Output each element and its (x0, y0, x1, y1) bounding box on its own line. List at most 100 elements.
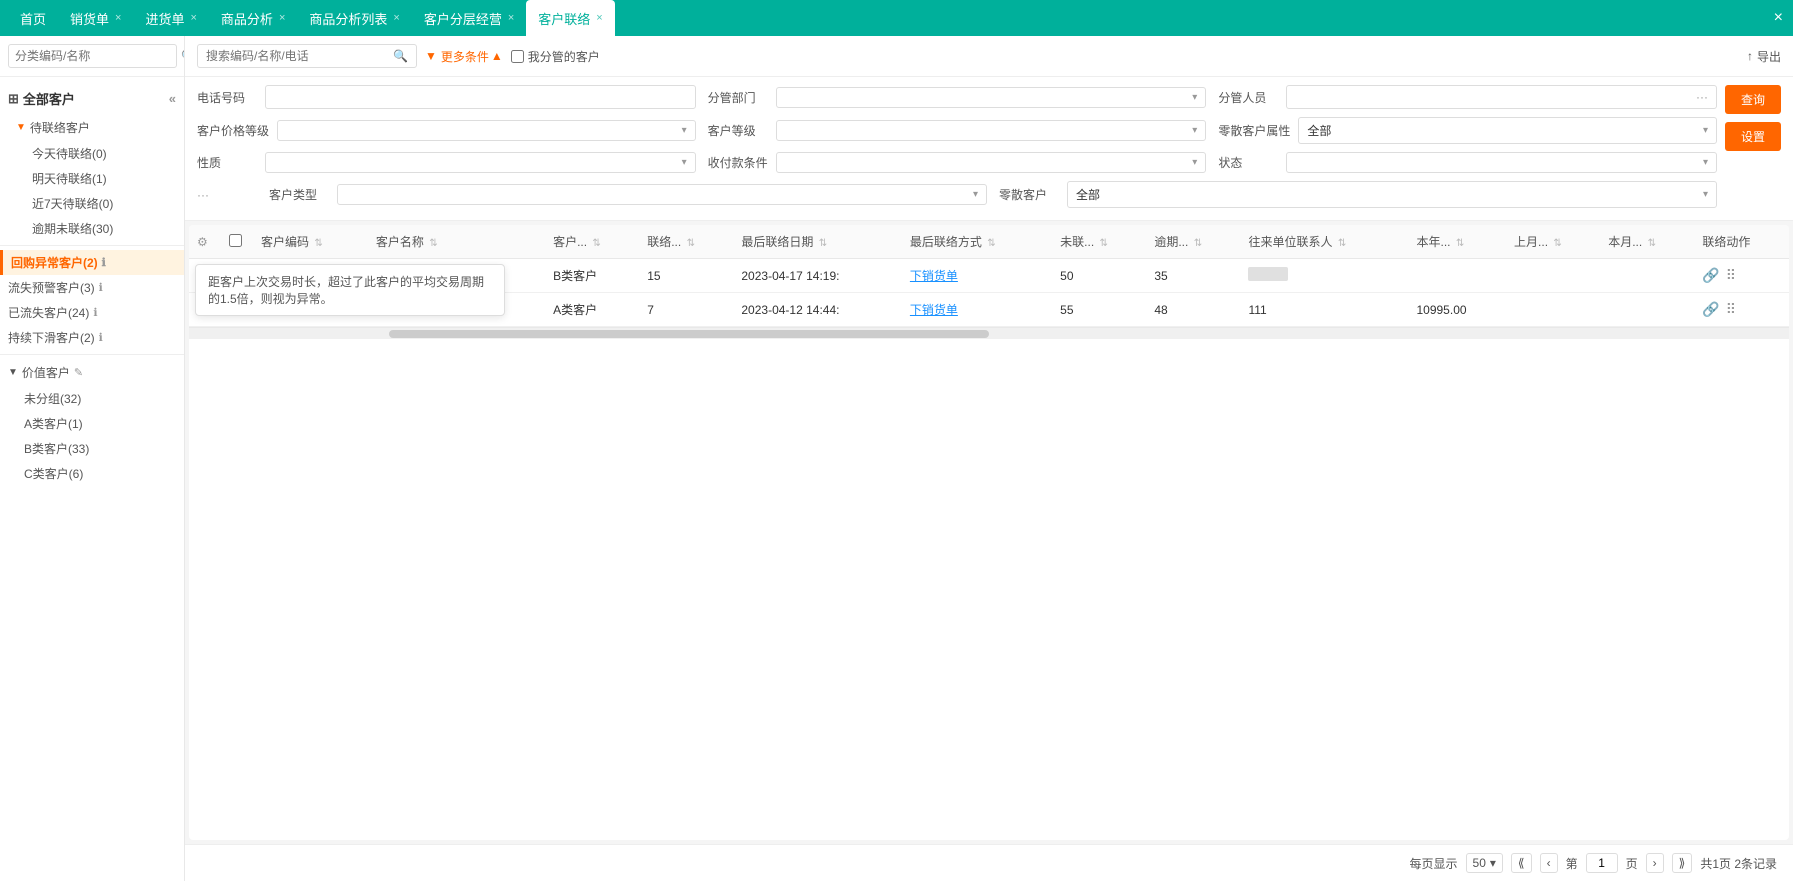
close-icon[interactable]: × (508, 12, 514, 24)
arrow-icon: ▼ (16, 122, 26, 133)
sidebar-item-c-class[interactable]: C类客户(6) (0, 461, 184, 486)
close-icon[interactable]: × (393, 12, 399, 24)
last-method-link[interactable]: 下销货单 (910, 303, 958, 317)
customer-type-select[interactable]: ▾ (337, 184, 987, 205)
nav-customer-contact[interactable]: 客户联络 × (526, 0, 614, 36)
last-page-button[interactable]: ⟫ (1672, 853, 1693, 873)
main-layout: 🔍 ⊞ 全部客户 « ▼ 待联络客户 今天待联络(0) 明天待联络(1) 近7天… (0, 36, 1793, 881)
nature-select[interactable]: ▾ (265, 152, 696, 173)
col-action: 联络动作 (1694, 225, 1789, 259)
sidebar-item-declining[interactable]: 持续下滑客户(2) ℹ (0, 325, 184, 350)
next-page-button[interactable]: › (1646, 853, 1664, 873)
sidebar-item-7days[interactable]: 近7天待联络(0) (8, 191, 184, 216)
gear-icon[interactable]: ⚙ (197, 235, 208, 249)
chevron-down-icon: ▾ (1192, 125, 1197, 136)
close-icon[interactable]: × (596, 12, 602, 24)
price-level-select[interactable]: ▾ (277, 120, 696, 141)
sort-icon: ⇅ (1194, 238, 1202, 249)
sidebar-item-a-class[interactable]: A类客户(1) (0, 411, 184, 436)
close-icon[interactable]: × (115, 12, 121, 24)
prev-page-button[interactable]: ‹ (1540, 853, 1558, 873)
filter-person: 分管人员 ··· (1218, 85, 1717, 109)
filter-nature: 性质 ▾ (197, 152, 696, 173)
cell-last-month (1506, 259, 1600, 293)
sidebar-item-tomorrow[interactable]: 明天待联络(1) (8, 166, 184, 191)
retail-customer-select[interactable]: 全部 ▾ (1067, 181, 1717, 208)
chevron-down-icon: ▾ (1703, 157, 1708, 168)
customer-level-label: 客户等级 (708, 122, 768, 139)
status-label: 状态 (1218, 154, 1278, 171)
more-action-icon[interactable]: ⠿ (1726, 267, 1736, 284)
nav-product-list[interactable]: 商品分析列表 × (297, 0, 411, 36)
sidebar-item-today[interactable]: 今天待联络(0) (8, 141, 184, 166)
nav-customer-segment[interactable]: 客户分层经营 × (412, 0, 526, 36)
filter-row-4: ··· 客户类型 ▾ 零散客户 全部 ▾ (197, 181, 1717, 208)
payment-select[interactable]: ▾ (776, 152, 1207, 173)
col-this-year: 本年... ⇅ (1408, 225, 1506, 259)
retail-customer-label: 零散客户 (999, 186, 1059, 203)
search-icon[interactable]: 🔍 (393, 49, 408, 63)
nav-purchase[interactable]: 进货单 × (133, 0, 208, 36)
close-icon[interactable]: × (190, 12, 196, 24)
sidebar-value-group[interactable]: ▼ 价值客户 ✎ (0, 359, 184, 386)
close-icon[interactable]: × (279, 12, 285, 24)
status-select[interactable]: ▾ (1286, 152, 1717, 173)
dept-select[interactable]: ▾ (776, 87, 1207, 108)
contact-icon[interactable]: 🔗 (1702, 267, 1719, 284)
close-all-button[interactable]: × (1774, 9, 1783, 27)
sidebar-item-ungrouped[interactable]: 未分组(32) (0, 386, 184, 411)
more-conditions-button[interactable]: ▼ 更多条件 ▲ (425, 48, 503, 65)
sidebar-search-input[interactable] (8, 44, 177, 68)
dept-label: 分管部门 (708, 89, 768, 106)
chevron-down-icon: ▾ (973, 189, 978, 200)
setting-button[interactable]: 设置 (1725, 122, 1781, 151)
filter-icon: ▼ (425, 49, 437, 63)
sidebar-item-churn-warning[interactable]: 流失预警客户(3) ℹ (0, 275, 184, 300)
export-button[interactable]: ↑ 导出 (1747, 48, 1781, 65)
select-all-checkbox[interactable] (229, 234, 242, 247)
more-action-icon[interactable]: ⠿ (1726, 301, 1736, 318)
sort-icon: ⇅ (687, 238, 695, 249)
tree-group-pending-label[interactable]: ▼ 待联络客户 (8, 114, 184, 141)
person-select[interactable]: ··· (1286, 85, 1717, 109)
person-label: 分管人员 (1218, 89, 1278, 106)
horizontal-scroll[interactable] (189, 327, 1789, 339)
sidebar-item-churned[interactable]: 已流失客户(24) ℹ (0, 300, 184, 325)
sidebar-tree: ⊞ 全部客户 « ▼ 待联络客户 今天待联络(0) 明天待联络(1) 近7天待联… (0, 77, 184, 881)
more-dots[interactable]: ··· (197, 188, 209, 202)
contact-icon[interactable]: 🔗 (1702, 301, 1719, 318)
last-method-link[interactable]: 下销货单 (910, 269, 958, 283)
price-level-label: 客户价格等级 (197, 122, 269, 139)
filter-row-1: 电话号码 分管部门 ▾ 分管人员 ··· (197, 85, 1717, 109)
tree-root-all-customers[interactable]: ⊞ 全部客户 « (0, 83, 184, 114)
page-number-input[interactable] (1586, 853, 1618, 873)
customer-level-select[interactable]: ▾ (776, 120, 1207, 141)
chevron-down-icon: ▾ (1703, 189, 1708, 200)
phone-input[interactable] (265, 85, 696, 109)
cell-person (1240, 259, 1408, 293)
sort-icon: ⇅ (1100, 238, 1108, 249)
filter-bar: 🔍 ▼ 更多条件 ▲ 我分管的客户 ↑ 导出 (185, 36, 1793, 77)
col-overdue: 逾期... ⇅ (1146, 225, 1240, 259)
first-page-button[interactable]: ⟪ (1511, 853, 1532, 873)
sidebar-item-repurchase-abnormal[interactable]: 回购异常客户(2) ℹ (0, 250, 184, 275)
col-checkbox (221, 225, 253, 259)
nav-product-analysis[interactable]: 商品分析 × (209, 0, 297, 36)
search-input[interactable] (206, 49, 393, 63)
my-customer-checkbox[interactable]: 我分管的客户 (511, 48, 600, 65)
query-button[interactable]: 查询 (1725, 85, 1781, 114)
scroll-thumb[interactable] (389, 330, 989, 338)
nav-sales[interactable]: 销货单 × (58, 0, 133, 36)
table-area: ⚙ 客户编码 ⇅ 客户名称 ⇅ (189, 225, 1789, 840)
sidebar-item-b-class[interactable]: B类客户(33) (0, 436, 184, 461)
nav-home[interactable]: 首页 (8, 0, 58, 36)
sidebar-item-overdue[interactable]: 逾期未联络(30) (8, 216, 184, 241)
cell-action: 🔗 ⠿ (1694, 293, 1789, 327)
cell-uncontacted: 50 (1052, 259, 1146, 293)
retail-attr-select[interactable]: 全部 ▾ (1298, 117, 1717, 144)
edit-icon[interactable]: ✎ (74, 366, 83, 379)
page-size-select[interactable]: 50 ▾ (1466, 853, 1503, 873)
col-contact: 联络... ⇅ (639, 225, 733, 259)
collapse-icon[interactable]: « (169, 91, 176, 106)
my-customer-check[interactable] (511, 50, 524, 63)
